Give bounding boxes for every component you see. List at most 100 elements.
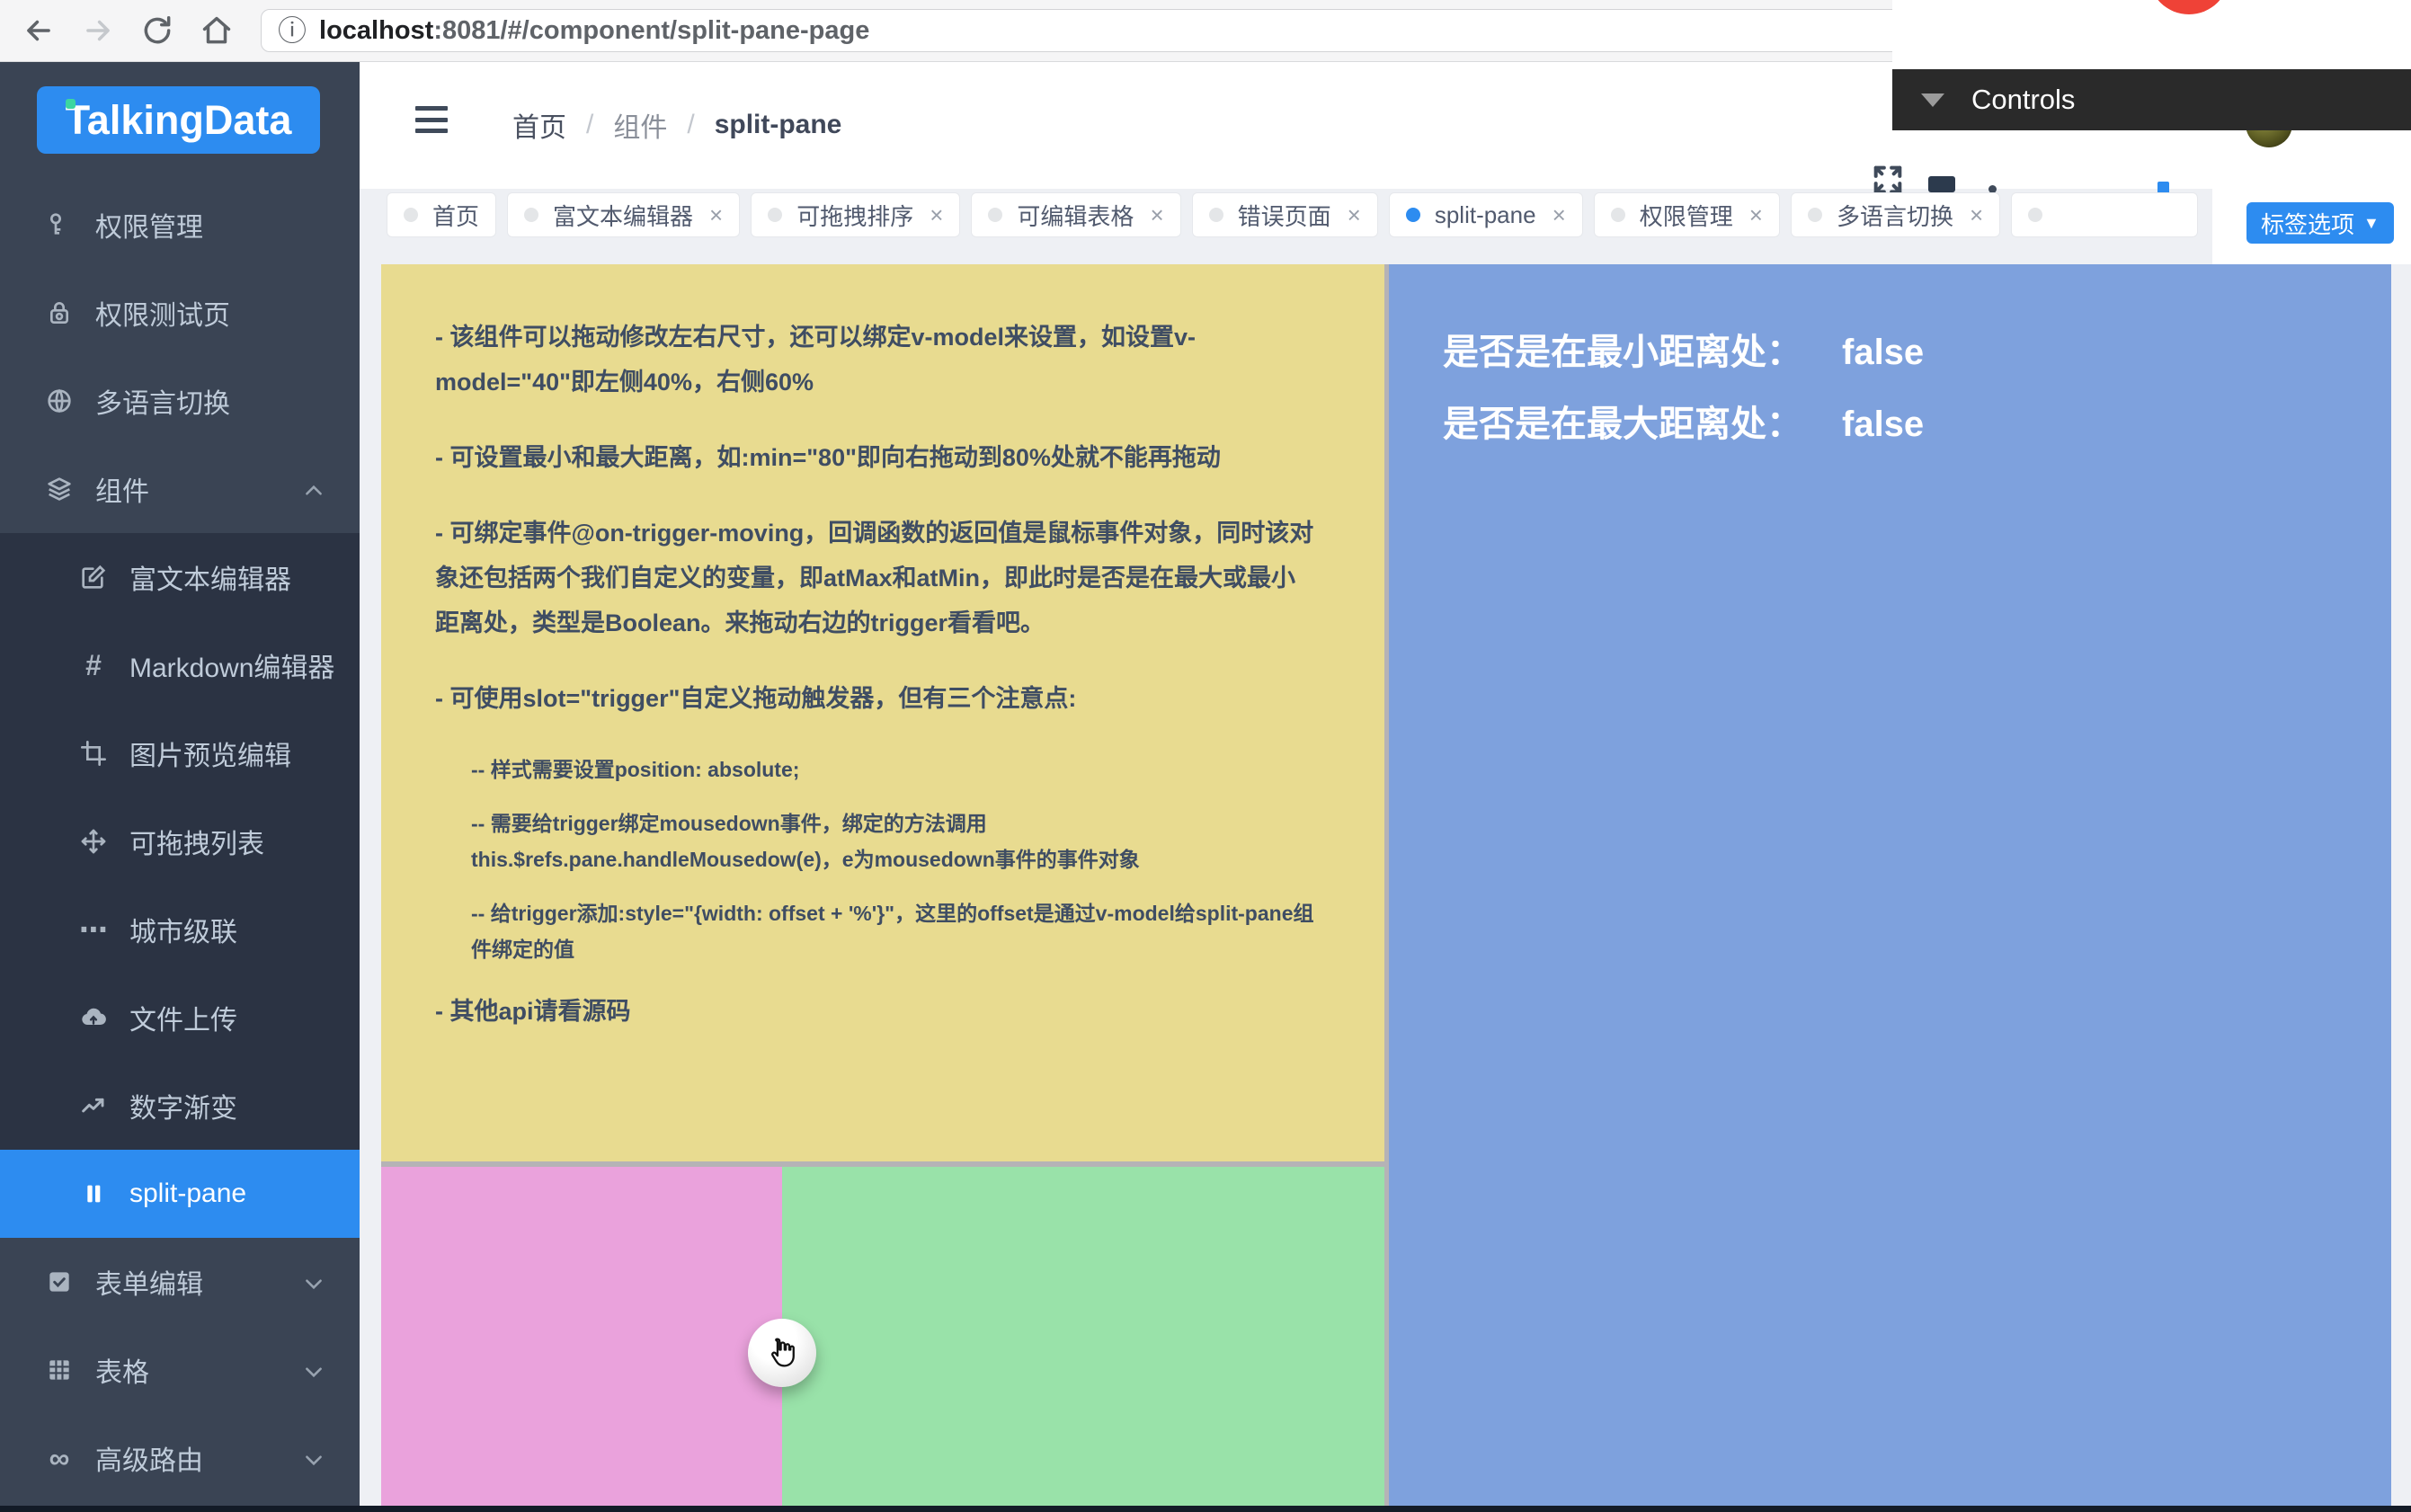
tab-error-page[interactable]: 错误页面 ×: [1191, 192, 1378, 237]
controls-title: Controls: [1971, 84, 2076, 115]
caret-down-icon: ▼: [2363, 213, 2380, 232]
close-icon[interactable]: ×: [1749, 203, 1763, 227]
home-icon: [202, 16, 231, 44]
edit-icon: [77, 561, 110, 593]
sidebar: TalkingData 权限管理 权限测试页 多语言切换 组件 富文本编辑器 #…: [0, 61, 360, 1512]
breadcrumb-section[interactable]: 组件: [613, 105, 667, 145]
sidebar-item-label: 组件: [95, 477, 149, 507]
crop-icon: [77, 737, 110, 769]
tab-label: 可编辑表格: [1017, 202, 1134, 230]
browser-back-button[interactable]: [18, 10, 59, 51]
sidebar-item-advanced-router[interactable]: ∞ 高级路由: [0, 1414, 360, 1502]
tab-language-switch[interactable]: 多语言切换 ×: [1790, 192, 2001, 237]
sidebar-item-label: 表单编辑: [95, 1270, 203, 1300]
sidebar-item-split-pane[interactable]: split-pane: [0, 1150, 360, 1238]
chevron-up-icon: [302, 479, 325, 503]
infinity-icon: ∞: [49, 1442, 70, 1474]
close-icon[interactable]: ×: [709, 203, 723, 227]
globe-icon: [43, 385, 76, 417]
sidebar-item-label: 城市级联: [129, 918, 237, 947]
cloud-upload-icon: [77, 1001, 110, 1034]
close-icon[interactable]: ×: [1970, 203, 1983, 227]
browser-forward-button[interactable]: [77, 10, 119, 51]
sidebar-item-label: Markdown编辑器: [129, 654, 335, 683]
sidebar-item-rich-text-editor[interactable]: 富文本编辑器: [0, 533, 360, 621]
at-min-value: false: [1842, 333, 1925, 372]
layers-icon: [43, 473, 76, 505]
tab-dot-icon: [988, 208, 1003, 222]
sidebar-item-permission-test[interactable]: 权限测试页: [0, 269, 360, 357]
sidebar-item-label: split-pane: [129, 1178, 247, 1208]
browser-home-button[interactable]: [196, 10, 237, 51]
tab-dot-icon: [768, 208, 783, 222]
sidebar-item-label: 多语言切换: [95, 389, 230, 419]
tab-dot-icon: [1610, 208, 1625, 222]
controls-panel-body: [1892, 0, 2411, 69]
controls-bar[interactable]: Controls: [1892, 69, 2411, 130]
logo-dot-icon: [66, 99, 76, 109]
tab-editable-table[interactable]: 可编辑表格 ×: [971, 192, 1181, 237]
sidebar-item-permission-management[interactable]: 权限管理: [0, 181, 360, 269]
nested-split-pane: [381, 1167, 1384, 1507]
close-icon[interactable]: ×: [930, 203, 943, 227]
lock-icon: [43, 297, 76, 329]
sidebar-item-language-switch[interactable]: 多语言切换: [0, 357, 360, 445]
tab-dot-icon: [1405, 208, 1420, 222]
close-icon[interactable]: ×: [1348, 203, 1361, 227]
logo-text: TalkingData: [65, 96, 292, 143]
trending-up-icon: [77, 1090, 110, 1122]
sidebar-item-label: 富文本编辑器: [129, 565, 291, 595]
tab-label: 可拖拽排序: [796, 202, 914, 230]
tab-draggable-sort[interactable]: 可拖拽排序 ×: [751, 192, 961, 237]
breadcrumb-current: split-pane: [714, 110, 842, 139]
move-icon: [77, 825, 110, 858]
tab-split-pane[interactable]: split-pane ×: [1388, 192, 1583, 237]
custom-drag-trigger[interactable]: [748, 1319, 816, 1387]
sidebar-item-table[interactable]: 表格: [0, 1326, 360, 1414]
page-info-icon[interactable]: ⓘ: [278, 16, 307, 45]
sidebar-item-label: 数字渐变: [129, 1094, 237, 1124]
at-max-value: false: [1842, 405, 1925, 444]
sidebar-item-file-upload[interactable]: 文件上传: [0, 974, 360, 1062]
tab-partial[interactable]: [2011, 192, 2199, 237]
sidebar-item-components[interactable]: 组件: [0, 445, 360, 533]
sidebar-item-form-edit[interactable]: 表单编辑: [0, 1238, 360, 1326]
close-icon[interactable]: ×: [1150, 203, 1163, 227]
browser-reload-button[interactable]: [137, 10, 178, 51]
bullet: - 可设置最小和最大距离，如:min="80"即向右拖动到80%处就不能再拖动: [435, 444, 1221, 471]
breadcrumb-separator: /: [586, 110, 594, 139]
sidebar-item-markdown-editor[interactable]: # Markdown编辑器: [0, 621, 360, 709]
close-icon[interactable]: ×: [1552, 203, 1566, 227]
red-badge-icon: [2149, 0, 2229, 14]
app-frame: TalkingData 权限管理 权限测试页 多语言切换 组件 富文本编辑器 #…: [0, 61, 2411, 1512]
tab-rich-text-editor[interactable]: 富文本编辑器 ×: [507, 192, 741, 237]
tab-label: 首页: [432, 202, 480, 230]
tab-permission-management[interactable]: 权限管理 ×: [1593, 192, 1780, 237]
tab-home[interactable]: 首页: [387, 192, 497, 237]
tab-dot-icon: [1208, 208, 1223, 222]
tab-label: 多语言切换: [1836, 202, 1953, 230]
caret-down-icon: [1921, 93, 1944, 107]
tag-options-label: 标签选项: [2261, 210, 2355, 238]
tab-dot-icon: [404, 208, 418, 222]
logo[interactable]: TalkingData: [37, 86, 320, 154]
bullet: - 可使用slot="trigger"自定义拖动触发器，但有三个注意点:: [435, 685, 1077, 712]
tags-nav: 首页 富文本编辑器 × 可拖拽排序 × 可编辑表格 × 错误页面 × split…: [360, 189, 2411, 264]
yellow-pane: - 该组件可以拖动修改左右尺寸，还可以绑定v-model来设置，如设置v-mod…: [381, 264, 1384, 1161]
sidebar-item-number-gradient[interactable]: 数字渐变: [0, 1062, 360, 1150]
key-icon: [43, 209, 76, 241]
at-min-status: 是否是在最小距离处： false: [1389, 316, 2391, 388]
reload-icon: [144, 16, 171, 44]
sidebar-item-label: 文件上传: [129, 1006, 237, 1036]
tab-label: 富文本编辑器: [553, 202, 694, 230]
tag-options-button[interactable]: 标签选项 ▼: [2246, 202, 2394, 244]
components-submenu: 富文本编辑器 # Markdown编辑器 图片预览编辑 可拖拽列表 ⋯ 城市级联: [0, 533, 360, 1238]
chevron-down-icon: [302, 1448, 325, 1472]
sidebar-item-image-preview-edit[interactable]: 图片预览编辑: [0, 709, 360, 797]
hamburger-menu-icon[interactable]: [415, 106, 448, 133]
at-min-label: 是否是在最小距离处：: [1443, 333, 1802, 372]
blue-pane: 是否是在最小距离处： false 是否是在最大距离处： false: [1389, 264, 2391, 1507]
sidebar-item-draggable-list[interactable]: 可拖拽列表: [0, 797, 360, 885]
sidebar-item-city-cascade[interactable]: ⋯ 城市级联: [0, 885, 360, 974]
breadcrumb-home[interactable]: 首页: [512, 105, 566, 145]
